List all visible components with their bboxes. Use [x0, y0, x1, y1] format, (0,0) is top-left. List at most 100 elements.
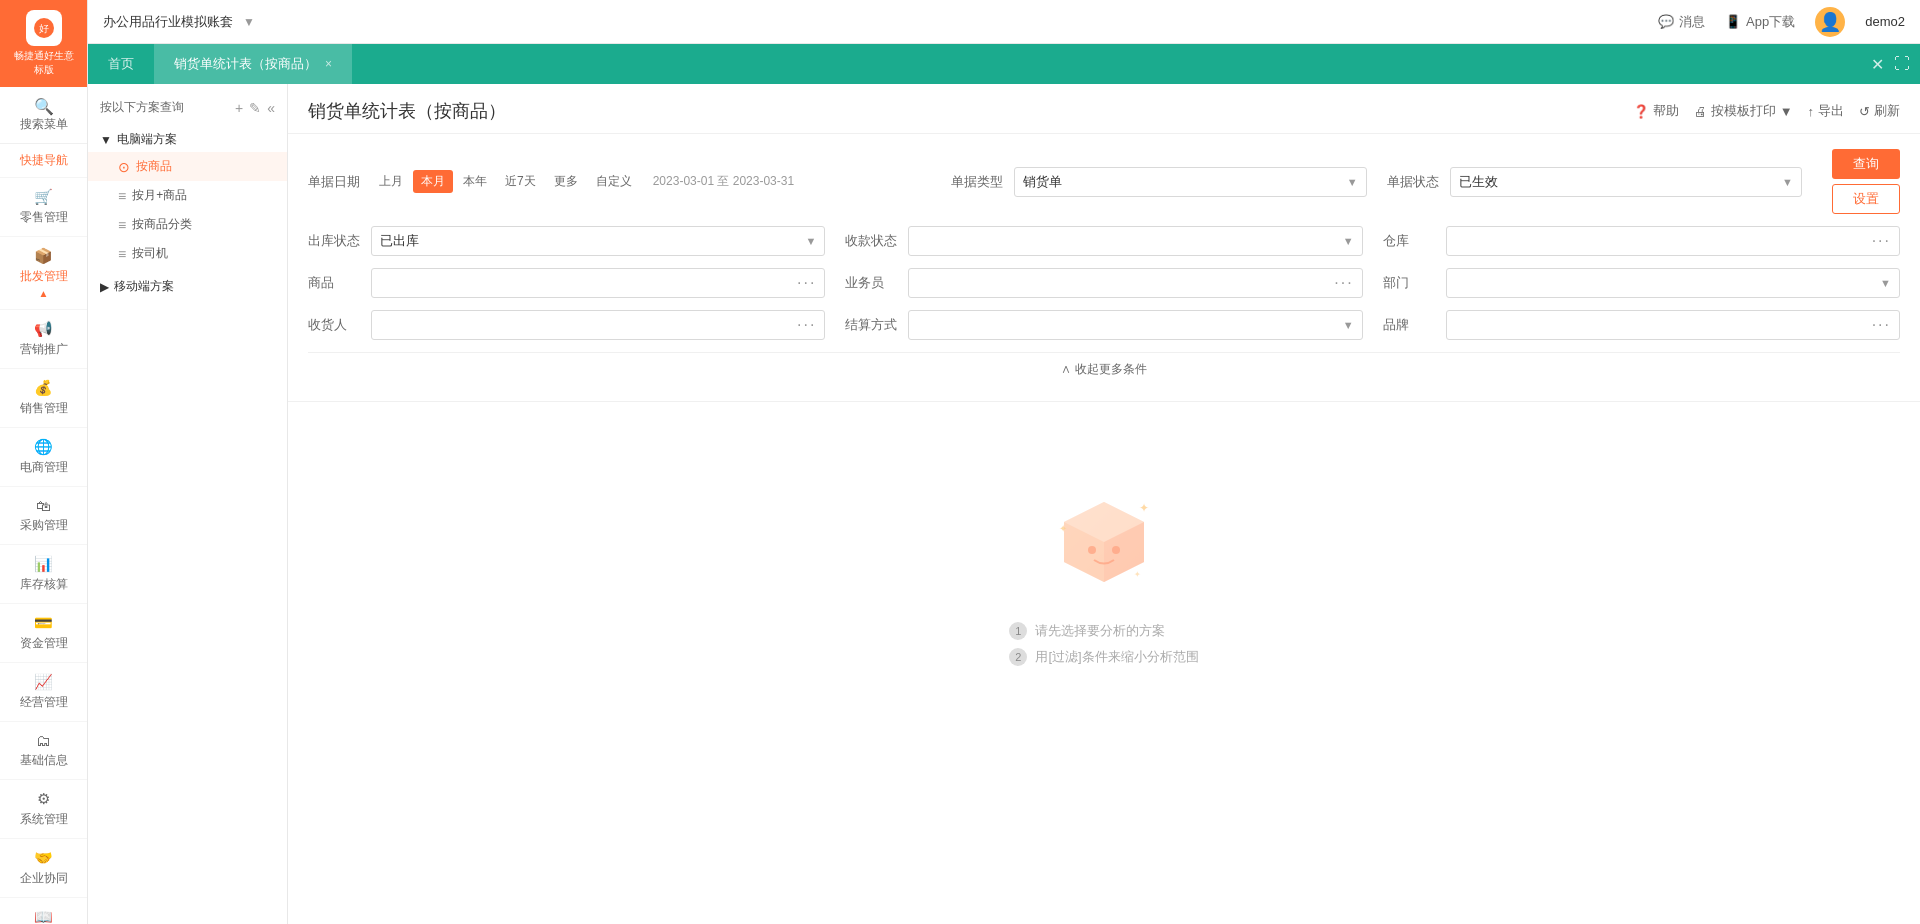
- warehouse-label: 仓库: [1383, 232, 1438, 250]
- receiver-dots-icon[interactable]: ···: [797, 316, 816, 334]
- sidebar-item-marketing[interactable]: 📢 营销推广: [0, 310, 87, 369]
- date-range: 2023-03-01 至 2023-03-31: [653, 173, 794, 190]
- app-download-label: App下载: [1746, 13, 1795, 31]
- warehouse-input[interactable]: ···: [1446, 226, 1900, 256]
- sidebar-item-basic[interactable]: 🗂 基础信息: [0, 722, 87, 780]
- brand-dots-icon[interactable]: ···: [1872, 316, 1891, 334]
- sidebar-item-system[interactable]: ⚙ 系统管理: [0, 780, 87, 839]
- sidebar-item-ecommerce[interactable]: 🌐 电商管理: [0, 428, 87, 487]
- date-tab-this-month[interactable]: 本月: [413, 170, 453, 193]
- date-tab-this-year[interactable]: 本年: [455, 170, 495, 193]
- date-tab-custom[interactable]: 自定义: [588, 170, 640, 193]
- date-tab-7days[interactable]: 近7天: [497, 170, 544, 193]
- settings-button[interactable]: 设置: [1832, 184, 1900, 214]
- username-label[interactable]: demo2: [1865, 14, 1905, 29]
- sidebar-item-operation[interactable]: 📈 经营管理: [0, 663, 87, 722]
- help-btn[interactable]: ❓ 帮助: [1633, 102, 1679, 120]
- quick-nav-label: 快捷导航: [20, 153, 68, 167]
- top-bar: 办公用品行业模拟账套 ▼ 💬 消息 📱 App下载 👤 demo2: [88, 0, 1920, 44]
- export-btn[interactable]: ↑ 导出: [1808, 102, 1845, 120]
- template-print-btn[interactable]: 🖨 按模板打印 ▼: [1694, 102, 1793, 120]
- ecommerce-label: 电商管理: [20, 459, 68, 476]
- main-area: 办公用品行业模拟账套 ▼ 💬 消息 📱 App下载 👤 demo2 首页 销货单…: [88, 0, 1920, 924]
- quick-nav[interactable]: 快捷导航: [0, 144, 87, 178]
- panel-item-by-product[interactable]: ⊙ 按商品: [88, 152, 287, 181]
- filter-item-doc-type: 单据类型 销货单 ▼: [951, 167, 1366, 197]
- tab-report[interactable]: 销货单统计表（按商品） ×: [154, 44, 352, 84]
- filter-row-4: 收货人 ··· 结算方式 ▼ 品牌: [308, 310, 1900, 340]
- panel-item-by-cashier[interactable]: ≡ 按司机: [88, 239, 287, 268]
- payment-status-select[interactable]: ▼: [908, 226, 1362, 256]
- tab-home[interactable]: 首页: [88, 44, 154, 84]
- panel-section-mobile: ▶ 移动端方案: [88, 271, 287, 302]
- search-menu[interactable]: 🔍 搜索菜单: [0, 87, 87, 144]
- close-window-icon[interactable]: ✕: [1871, 55, 1884, 74]
- tab-home-label: 首页: [108, 55, 134, 73]
- query-button[interactable]: 查询: [1832, 149, 1900, 179]
- product-dots-icon[interactable]: ···: [797, 274, 816, 292]
- purchase-icon: 🛍: [36, 497, 51, 514]
- filter-item-brand: 品牌 ···: [1383, 310, 1900, 340]
- dept-label: 部门: [1383, 274, 1438, 292]
- edit-scheme-icon[interactable]: ✎: [249, 100, 261, 116]
- app-logo[interactable]: 好 畅捷通好生意 标版: [0, 0, 88, 87]
- filter-row-3: 商品 ··· 业务员 ··· 部门: [308, 268, 1900, 298]
- industry-title: 办公用品行业模拟账套: [103, 13, 233, 31]
- settle-select[interactable]: ▼: [908, 310, 1362, 340]
- corp-label: 企业协同: [20, 870, 68, 887]
- panel-item-by-month-product[interactable]: ≡ 按月+商品: [88, 181, 287, 210]
- brand-input[interactable]: ···: [1446, 310, 1900, 340]
- date-tab-more[interactable]: 更多: [546, 170, 586, 193]
- maximize-icon[interactable]: ⛶: [1894, 55, 1910, 73]
- operation-label: 经营管理: [20, 694, 68, 711]
- brand-label: 品牌: [1383, 316, 1438, 334]
- receiver-label: 收货人: [308, 316, 363, 334]
- add-scheme-icon[interactable]: +: [235, 100, 243, 116]
- sidebar-item-guide[interactable]: 📖 新手引导: [0, 898, 87, 924]
- top-bar-left: 办公用品行业模拟账套 ▼: [103, 13, 255, 31]
- sidebar-item-purchase[interactable]: 🛍 采购管理: [0, 487, 87, 545]
- dept-select[interactable]: ▼: [1446, 268, 1900, 298]
- app-download-btn[interactable]: 📱 App下载: [1725, 13, 1795, 31]
- empty-tip-2: 2 用[过滤]条件来缩小分析范围: [1009, 648, 1198, 666]
- panel-section-desktop-header[interactable]: ▼ 电脑端方案: [88, 127, 287, 152]
- sidebar-item-retail[interactable]: 🛒 零售管理: [0, 178, 87, 237]
- message-label: 消息: [1679, 13, 1705, 31]
- collapse-button[interactable]: ∧ 收起更多条件: [308, 352, 1900, 386]
- sidebar-item-inventory[interactable]: 📊 库存核算: [0, 545, 87, 604]
- out-status-value: 已出库: [380, 232, 805, 250]
- app-name: 畅捷通好生意: [14, 49, 74, 63]
- active-item-icon: ⊙: [118, 159, 130, 175]
- doc-type-select[interactable]: 销货单 ▼: [1014, 167, 1366, 197]
- sidebar-item-sales[interactable]: 💰 销售管理: [0, 369, 87, 428]
- empty-tips: 1 请先选择要分析的方案 2 用[过滤]条件来缩小分析范围: [1009, 622, 1198, 674]
- product-input[interactable]: ···: [371, 268, 825, 298]
- collapse-panel-icon[interactable]: «: [267, 100, 275, 116]
- tab-close-icon[interactable]: ×: [325, 57, 332, 71]
- staff-input[interactable]: ···: [908, 268, 1362, 298]
- panel-section-mobile-header[interactable]: ▶ 移动端方案: [88, 274, 287, 299]
- receiver-input[interactable]: ···: [371, 310, 825, 340]
- out-status-label: 出库状态: [308, 232, 363, 250]
- panel-item-by-category[interactable]: ≡ 按商品分类: [88, 210, 287, 239]
- sidebar-item-finance[interactable]: 💳 资金管理: [0, 604, 87, 663]
- filter-item-out-status: 出库状态 已出库 ▼: [308, 226, 825, 256]
- warehouse-dots-icon[interactable]: ···: [1872, 232, 1891, 250]
- sidebar-item-wholesale[interactable]: 📦 批发管理 ▲: [0, 237, 87, 310]
- dropdown-arrow-icon[interactable]: ▼: [243, 15, 255, 29]
- doc-status-select[interactable]: 已生效 ▼: [1450, 167, 1802, 197]
- refresh-btn[interactable]: ↺ 刷新: [1859, 102, 1900, 120]
- export-label: 导出: [1818, 102, 1844, 120]
- date-filter: 上月 本月 本年 近7天 更多 自定义 2023-03-01 至 2023-03…: [371, 170, 931, 193]
- out-status-select[interactable]: 已出库 ▼: [371, 226, 825, 256]
- sidebar-item-corp[interactable]: 🤝 企业协同: [0, 839, 87, 898]
- export-icon: ↑: [1808, 104, 1815, 119]
- user-avatar[interactable]: 👤: [1815, 7, 1845, 37]
- date-tab-last-month[interactable]: 上月: [371, 170, 411, 193]
- staff-dots-icon[interactable]: ···: [1334, 274, 1353, 292]
- tip-text-1: 请先选择要分析的方案: [1035, 622, 1165, 640]
- panel-item-by-product-label: 按商品: [136, 158, 172, 175]
- message-btn[interactable]: 💬 消息: [1658, 13, 1705, 31]
- svg-text:✦: ✦: [1059, 523, 1067, 534]
- wholesale-icon: 📦: [34, 247, 53, 265]
